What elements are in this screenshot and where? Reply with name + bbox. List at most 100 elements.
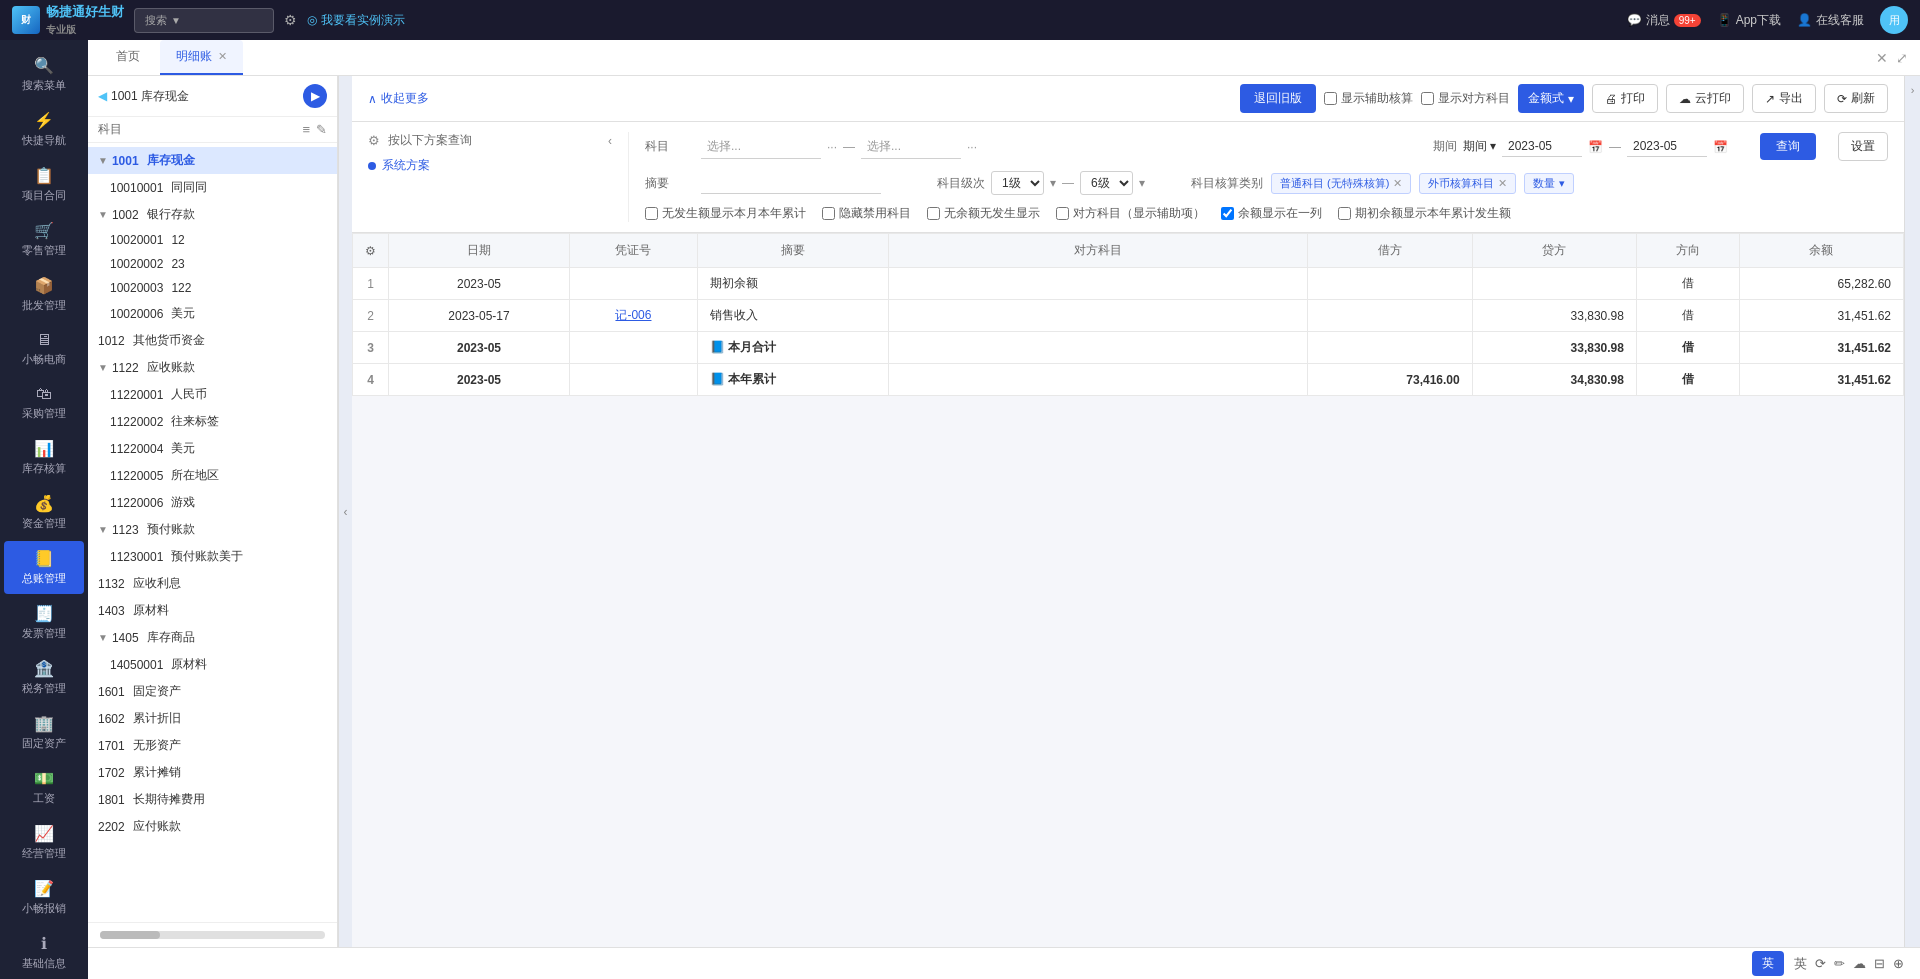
level-from-select[interactable]: 1级2级3级 <box>991 171 1044 195</box>
status-lang-btn[interactable]: 英 <box>1794 955 1807 973</box>
period-type-dropdown[interactable]: 期间 ▾ <box>1463 138 1496 155</box>
status-refresh-btn[interactable]: ⟳ <box>1815 956 1826 971</box>
account-item-11230001[interactable]: 11230001 预付账款美于 <box>88 543 337 570</box>
remove-tag-1-btn[interactable]: ✕ <box>1498 177 1507 190</box>
collapse-left-icon[interactable]: ‹ <box>608 134 612 148</box>
checkbox-show-balance[interactable]: 余额显示在一列 <box>1221 205 1322 222</box>
sidebar-item-purchase[interactable]: 🛍 采购管理 <box>4 377 84 429</box>
counterpart-input[interactable] <box>1056 207 1069 220</box>
expand-icon[interactable]: ⤢ <box>1896 50 1908 66</box>
account-edit-icon[interactable]: ✎ <box>316 122 327 137</box>
table-settings-icon[interactable]: ⚙ <box>365 244 376 258</box>
settings-btn[interactable]: 设置 <box>1838 132 1888 161</box>
account-item-1701[interactable]: 1701 无形资产 <box>88 732 337 759</box>
panel-collapse-btn[interactable]: ‹ <box>338 76 352 947</box>
checkbox-opening[interactable]: 期初余额显示本年累计发生额 <box>1338 205 1511 222</box>
remove-tag-0-btn[interactable]: ✕ <box>1393 177 1402 190</box>
sidebar-item-tax[interactable]: 🏦 税务管理 <box>4 651 84 704</box>
account-item-11220001[interactable]: 11220001 人民币 <box>88 381 337 408</box>
checkbox-counterpart[interactable]: 对方科目（显示辅助项） <box>1056 205 1205 222</box>
account-item-11220005[interactable]: 11220005 所在地区 <box>88 462 337 489</box>
hide-disabled-input[interactable] <box>822 207 835 220</box>
print-btn[interactable]: 🖨 打印 <box>1592 84 1658 113</box>
account-nav-btn[interactable]: ▶ <box>303 84 327 108</box>
account-item-10020002[interactable]: 10020002 23 <box>88 252 337 276</box>
account-item-1122[interactable]: ▼ 1122 应收账款 <box>88 354 337 381</box>
account-item-1702[interactable]: 1702 累计摊销 <box>88 759 337 786</box>
subject-to-input[interactable]: 选择... <box>861 135 961 159</box>
sidebar-item-retail[interactable]: 🛒 零售管理 <box>4 213 84 266</box>
sidebar-item-ecommerce[interactable]: 🖥 小畅电商 <box>4 323 84 375</box>
app-download-btn[interactable]: 📱 App下载 <box>1717 12 1781 29</box>
account-item-1012[interactable]: 1012 其他货币资金 <box>88 327 337 354</box>
cloud-print-btn[interactable]: ☁ 云打印 <box>1666 84 1744 113</box>
account-item-11220002[interactable]: 11220002 往来标签 <box>88 408 337 435</box>
period-from-input[interactable]: 2023-05 <box>1502 136 1582 157</box>
sidebar-item-wholesale[interactable]: 📦 批发管理 <box>4 268 84 321</box>
sidebar-item-operation[interactable]: 📈 经营管理 <box>4 816 84 869</box>
status-cloud-btn[interactable]: ☁ <box>1853 956 1866 971</box>
account-item-11220006[interactable]: 11220006 游戏 <box>88 489 337 516</box>
period-to-input[interactable]: 2023-05 <box>1627 136 1707 157</box>
show-aux-input[interactable] <box>1324 92 1337 105</box>
sidebar-item-search[interactable]: 🔍 搜索菜单 <box>4 48 84 101</box>
settings-icon[interactable]: ⚙ <box>284 12 297 28</box>
query-settings-icon[interactable]: ⚙ <box>368 133 380 148</box>
tab-close-icon[interactable]: ✕ <box>218 50 227 63</box>
no-balance-input[interactable] <box>645 207 658 220</box>
sidebar-item-project[interactable]: 📋 项目合同 <box>4 158 84 211</box>
account-item-1801[interactable]: 1801 长期待摊费用 <box>88 786 337 813</box>
query-btn[interactable]: 查询 <box>1760 133 1816 160</box>
account-item-1601[interactable]: 1601 固定资产 <box>88 678 337 705</box>
calendar-to-icon[interactable]: 📅 <box>1713 140 1728 154</box>
level-to-select[interactable]: 6级4级5级 <box>1080 171 1133 195</box>
tab-home[interactable]: 首页 <box>100 40 156 75</box>
opening-input[interactable] <box>1338 207 1351 220</box>
show-counterpart-input[interactable] <box>1421 92 1434 105</box>
calendar-from-icon[interactable]: 📅 <box>1588 140 1603 154</box>
account-item-1002[interactable]: ▼ 1002 银行存款 <box>88 201 337 228</box>
sidebar-item-report[interactable]: 📝 小畅报销 <box>4 871 84 924</box>
row-voucher-2[interactable]: 记-006 <box>570 300 698 332</box>
account-item-14050001[interactable]: 14050001 原材料 <box>88 651 337 678</box>
sidebar-item-assets[interactable]: 🏢 固定资产 <box>4 706 84 759</box>
sidebar-item-finance[interactable]: 💰 资金管理 <box>4 486 84 539</box>
no-balance2-input[interactable] <box>927 207 940 220</box>
account-list-icon[interactable]: ≡ <box>302 122 310 137</box>
subject-from-input[interactable]: 选择... <box>701 135 821 159</box>
checkbox-no-balance2[interactable]: 无余额无发生显示 <box>927 205 1040 222</box>
lang-btn[interactable]: 英 <box>1752 951 1784 976</box>
format-dropdown-btn[interactable]: 金额式 ▾ <box>1518 84 1584 113</box>
collapse-more-btn[interactable]: ∧ 收起更多 <box>368 90 429 107</box>
status-edit-btn[interactable]: ✏ <box>1834 956 1845 971</box>
summary-input[interactable] <box>701 173 881 194</box>
status-plus-btn[interactable]: ⊕ <box>1893 956 1904 971</box>
checkbox-hide-disabled[interactable]: 隐藏禁用科目 <box>822 205 911 222</box>
account-item-1602[interactable]: 1602 累计折旧 <box>88 705 337 732</box>
online-service-btn[interactable]: 👤 在线客服 <box>1797 12 1864 29</box>
refresh-btn[interactable]: ⟳ 刷新 <box>1824 84 1888 113</box>
system-schema-btn[interactable]: 系统方案 <box>382 157 430 174</box>
show-aux-checkbox[interactable]: 显示辅助核算 <box>1324 90 1413 107</box>
back-old-btn[interactable]: 退回旧版 <box>1240 84 1316 113</box>
show-balance-input[interactable] <box>1221 207 1234 220</box>
close-window-icon[interactable]: ✕ <box>1876 50 1888 66</box>
account-item-1403[interactable]: 1403 原材料 <box>88 597 337 624</box>
account-item-1001[interactable]: ▼ 1001 库存现金 <box>88 147 337 174</box>
account-item-1405[interactable]: ▼ 1405 库存商品 <box>88 624 337 651</box>
checkbox-no-balance[interactable]: 无发生额显示本月本年累计 <box>645 205 806 222</box>
account-item-11220004[interactable]: 11220004 美元 <box>88 435 337 462</box>
demo-link[interactable]: ◎ 我要看实例演示 <box>307 12 405 29</box>
status-minus-btn[interactable]: ⊟ <box>1874 956 1885 971</box>
avatar[interactable]: 用 <box>1880 6 1908 34</box>
account-item-1123[interactable]: ▼ 1123 预付账款 <box>88 516 337 543</box>
account-nav-left-icon[interactable]: ◀ <box>98 89 107 103</box>
right-collapse-btn[interactable]: › <box>1904 76 1920 947</box>
messages-btn[interactable]: 💬 消息 99+ <box>1627 12 1701 29</box>
th-settings[interactable]: ⚙ <box>353 234 389 268</box>
account-item-1132[interactable]: 1132 应收利息 <box>88 570 337 597</box>
quantity-dropdown-icon[interactable]: ▾ <box>1559 177 1565 190</box>
tab-detail[interactable]: 明细账 ✕ <box>160 40 243 75</box>
sidebar-item-salary[interactable]: 💵 工资 <box>4 761 84 814</box>
sidebar-item-invoice[interactable]: 🧾 发票管理 <box>4 596 84 649</box>
